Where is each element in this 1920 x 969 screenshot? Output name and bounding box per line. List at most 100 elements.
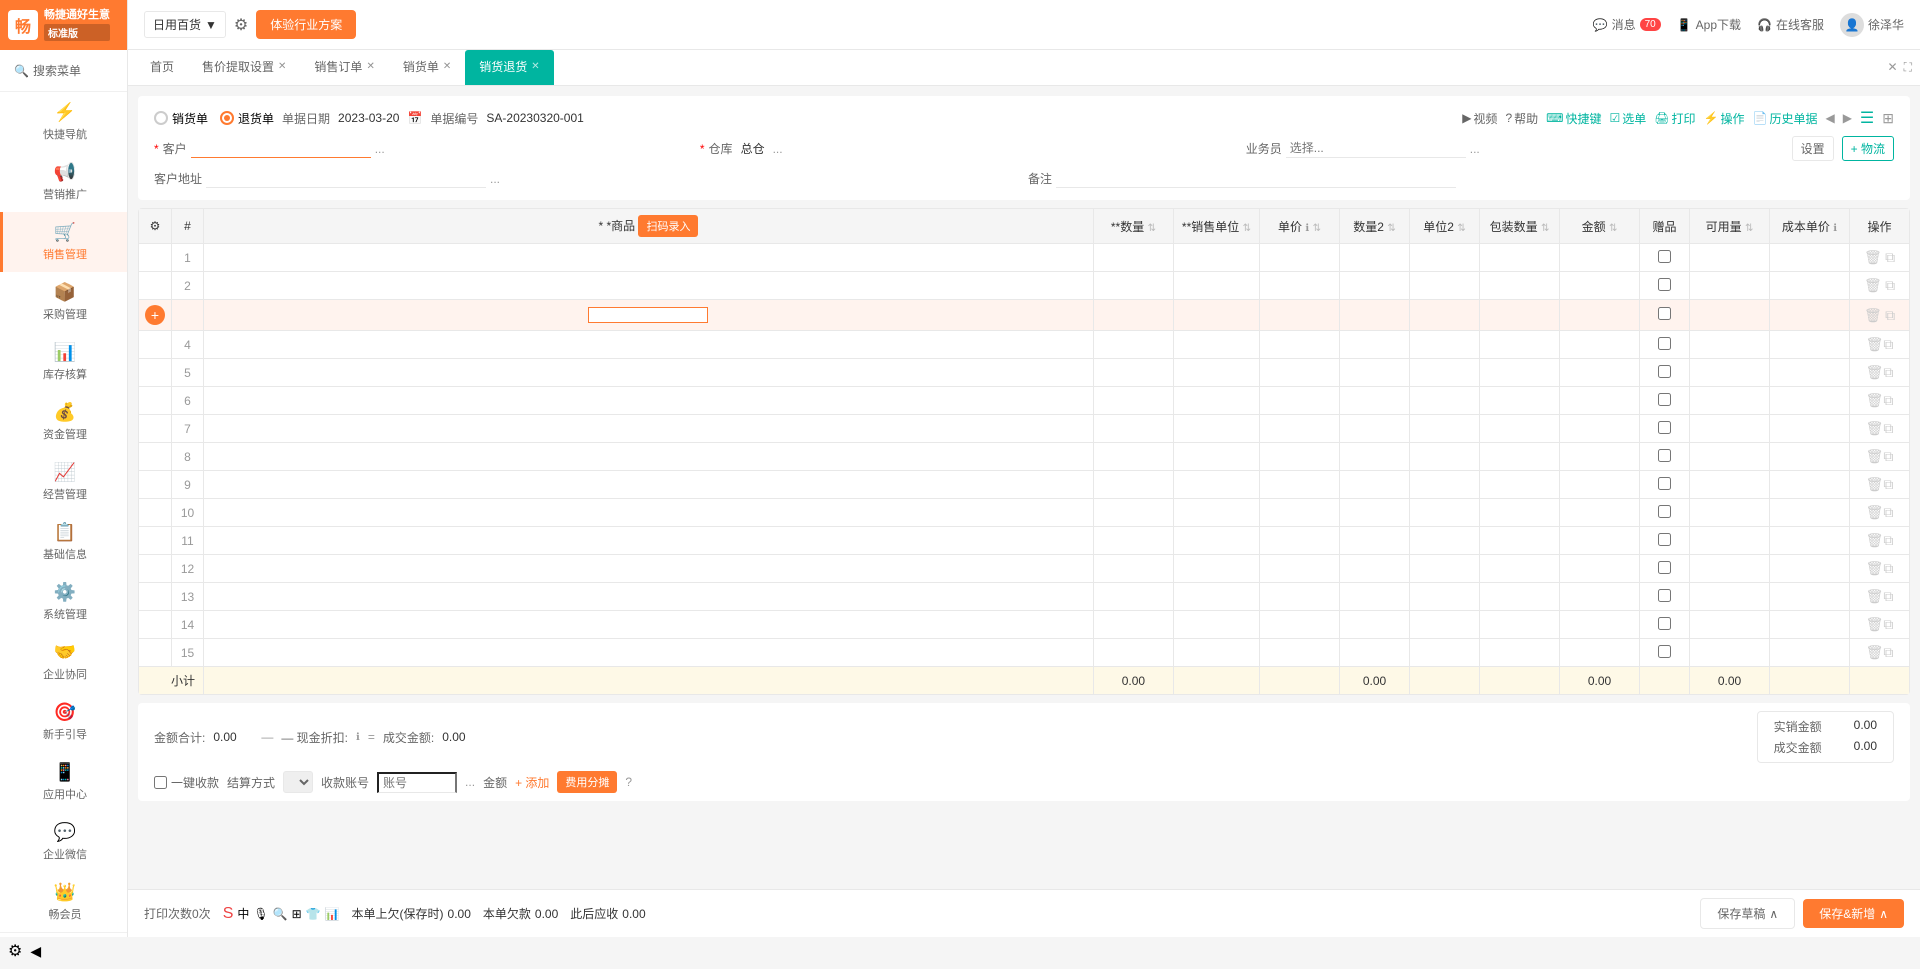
app-download-item[interactable]: 📱 App下载: [1677, 16, 1741, 33]
account-dots[interactable]: ...: [465, 775, 475, 789]
row-amount-1[interactable]: [1560, 244, 1640, 272]
delete-icon[interactable]: 🗑: [1866, 644, 1884, 660]
row-qty2-2[interactable]: [1340, 272, 1410, 300]
sidebar-item-guide[interactable]: 🎯 新手引导: [0, 692, 127, 752]
print-action[interactable]: 🖨 打印: [1654, 110, 1695, 127]
address-dots[interactable]: ...: [490, 172, 500, 186]
copy-icon[interactable]: ⧉: [1883, 420, 1893, 436]
delete-icon[interactable]: 🗑: [1866, 532, 1884, 548]
row-qty2-3[interactable]: [1340, 300, 1410, 331]
qty-sort-icon[interactable]: ⇅: [1148, 223, 1156, 234]
sidebar-item-finance[interactable]: 💰 资金管理: [0, 392, 127, 452]
tab-price-settings[interactable]: 售价提取设置 ✕: [188, 50, 300, 85]
sidebar-item-apps[interactable]: 📱 应用中心: [0, 752, 127, 812]
history-action[interactable]: 📄 历史单据: [1752, 110, 1817, 127]
row-product-2[interactable]: [204, 272, 1094, 300]
nav-prev-icon[interactable]: ◀: [1825, 111, 1834, 125]
tab-sales-order[interactable]: 销售订单 ✕: [300, 50, 388, 85]
copy-icon[interactable]: ⧉: [1883, 532, 1893, 548]
sidebar-item-enterprise[interactable]: 🤝 企业协同: [0, 632, 127, 692]
copy-icon[interactable]: ⧉: [1883, 476, 1893, 492]
row-gift-3[interactable]: [1640, 300, 1690, 331]
address-input[interactable]: [206, 169, 486, 188]
select-action[interactable]: ☑ 选单: [1609, 110, 1646, 127]
row-unit2-3[interactable]: [1410, 300, 1480, 331]
delete-icon[interactable]: 🗑: [1866, 392, 1884, 408]
sidebar-item-member[interactable]: 👑 畅会员: [0, 872, 127, 932]
row-product-1[interactable]: [204, 244, 1094, 272]
tab-more-icon[interactable]: ✕: [1888, 60, 1898, 75]
user-item[interactable]: 👤 徐泽华: [1840, 13, 1904, 37]
customer-dots[interactable]: ...: [375, 142, 385, 156]
tab-sales-delivery[interactable]: 销货单 ✕: [389, 50, 465, 85]
row-product-3[interactable]: [204, 300, 1094, 331]
delete-icon[interactable]: 🗑: [1866, 420, 1884, 436]
tab-home[interactable]: 首页: [136, 50, 188, 85]
row-avail-2[interactable]: [1690, 272, 1770, 300]
tab-price-settings-close[interactable]: ✕: [278, 61, 286, 72]
row-qty-3[interactable]: [1093, 300, 1173, 331]
delete-icon-2[interactable]: 🗑: [1864, 277, 1882, 293]
row-avail-3[interactable]: [1690, 300, 1770, 331]
sidebar-item-system[interactable]: ⚙️ 系统管理: [0, 572, 127, 632]
sidebar-item-purchase[interactable]: 📦 采购管理: [0, 272, 127, 332]
row-cost-3[interactable]: [1770, 300, 1850, 331]
nav-next-icon[interactable]: ▶: [1843, 111, 1852, 125]
avail-sort-icon[interactable]: ⇅: [1745, 223, 1753, 234]
copy-icon[interactable]: ⧉: [1883, 616, 1893, 632]
calendar-icon[interactable]: 📅: [407, 111, 422, 125]
sidebar-collapse-icon[interactable]: ◀: [30, 943, 41, 960]
row-price-3[interactable]: [1260, 300, 1340, 331]
delete-icon[interactable]: 🗑: [1866, 560, 1884, 576]
copy-icon[interactable]: ⧉: [1883, 588, 1893, 604]
tab-fullscreen-icon[interactable]: ⛶: [1904, 60, 1912, 75]
online-service-item[interactable]: 🎧 在线客服: [1757, 16, 1824, 33]
row-qty-2[interactable]: [1093, 272, 1173, 300]
unit-sort-icon[interactable]: ⇅: [1243, 223, 1251, 234]
grid-view-icon[interactable]: ⊞: [1882, 110, 1894, 127]
delete-icon[interactable]: 🗑: [1866, 336, 1884, 352]
industry-dropdown[interactable]: 日用百货 ▼: [144, 11, 226, 38]
delete-icon[interactable]: 🗑: [1866, 364, 1884, 380]
add-row-button[interactable]: +: [145, 305, 165, 325]
unit2-sort-icon[interactable]: ⇅: [1457, 223, 1465, 234]
tab-sales-order-close[interactable]: ✕: [366, 61, 374, 72]
copy-icon-3[interactable]: ⧉: [1885, 307, 1895, 323]
row-unit-3[interactable]: [1173, 300, 1259, 331]
logistics-button[interactable]: + 物流: [1842, 136, 1894, 161]
radio-sales-delivery[interactable]: 销货单: [154, 110, 208, 127]
row-pkg-2[interactable]: [1480, 272, 1560, 300]
delete-icon[interactable]: 🗑: [1866, 448, 1884, 464]
copy-icon-2[interactable]: ⧉: [1885, 277, 1895, 293]
delete-icon[interactable]: 🗑: [1866, 616, 1884, 632]
delete-icon[interactable]: 🗑: [1866, 476, 1884, 492]
row-gift-2[interactable]: [1640, 272, 1690, 300]
scan-button[interactable]: 扫码录入: [638, 215, 698, 237]
row-cost-2[interactable]: [1770, 272, 1850, 300]
row-price-2[interactable]: [1260, 272, 1340, 300]
row-qty2-1[interactable]: [1340, 244, 1410, 272]
row-price-1[interactable]: [1260, 244, 1340, 272]
quick-payment-checkbox[interactable]: [154, 776, 167, 789]
copy-icon[interactable]: ⧉: [1883, 392, 1893, 408]
customer-input[interactable]: [191, 139, 371, 158]
qty2-sort-icon[interactable]: ⇅: [1387, 223, 1395, 234]
list-view-icon[interactable]: ☰: [1860, 108, 1874, 128]
sidebar-item-wechat[interactable]: 💬 企业微信: [0, 812, 127, 872]
row-avail-1[interactable]: [1690, 244, 1770, 272]
row-amount-3[interactable]: [1560, 300, 1640, 331]
price-sort-icon[interactable]: ⇅: [1313, 223, 1321, 234]
operate-action[interactable]: ⚡ 操作: [1704, 110, 1745, 127]
pkg-sort-icon[interactable]: ⇅: [1541, 223, 1549, 234]
help-action[interactable]: ? 帮助: [1505, 110, 1538, 127]
radio-return[interactable]: 退货单: [220, 110, 274, 127]
video-action[interactable]: ▶ 视频: [1462, 110, 1497, 127]
row-pkg-1[interactable]: [1480, 244, 1560, 272]
delete-icon-1[interactable]: 🗑: [1864, 249, 1882, 265]
sidebar-item-inventory[interactable]: 📊 库存核算: [0, 332, 127, 392]
sidebar-settings-icon[interactable]: ⚙: [8, 941, 22, 961]
copy-icon[interactable]: ⧉: [1883, 336, 1893, 352]
th-settings[interactable]: ⚙: [139, 209, 172, 244]
save-new-button[interactable]: 保存&新增 ∧: [1803, 899, 1904, 928]
delete-icon[interactable]: 🗑: [1866, 504, 1884, 520]
